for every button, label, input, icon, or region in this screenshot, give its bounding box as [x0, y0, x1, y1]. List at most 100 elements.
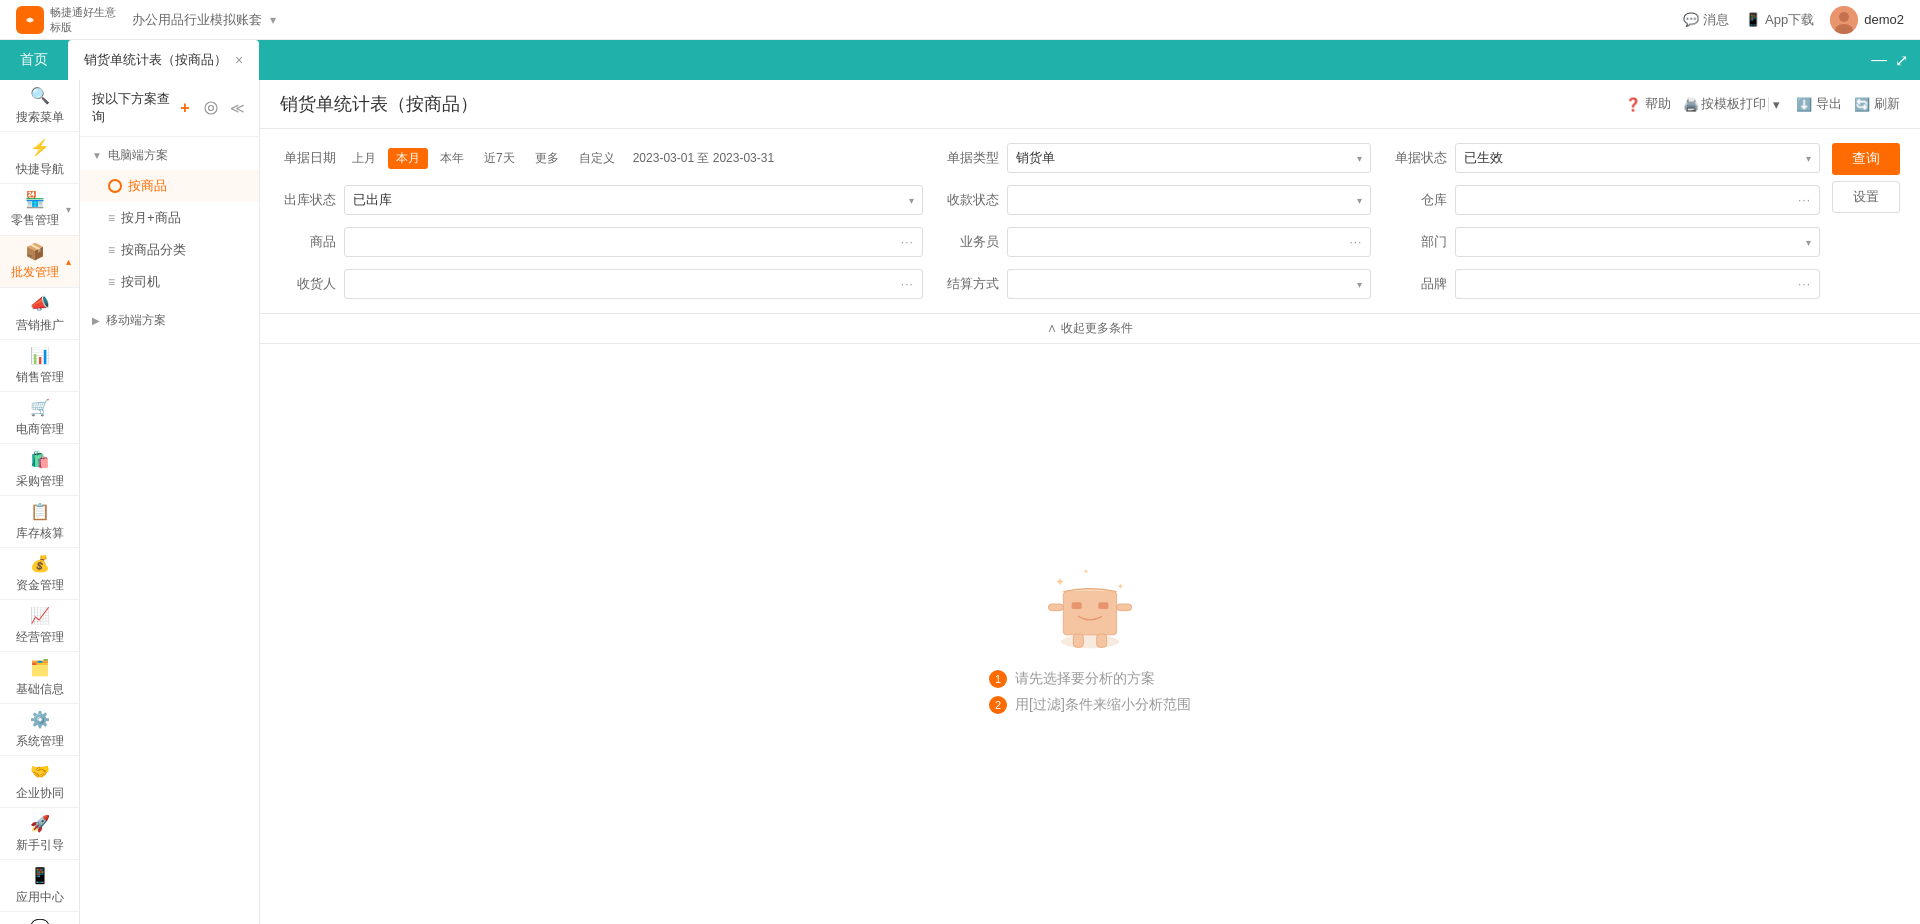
payment-status-select[interactable]: ▾: [1007, 185, 1372, 215]
date-tab-last-month[interactable]: 上月: [344, 148, 384, 169]
sidebar-item-basic-info[interactable]: 🗂️ 基础信息: [0, 652, 79, 704]
payment-method-select[interactable]: ▾: [1007, 269, 1372, 299]
sidebar-item-quick-nav[interactable]: ⚡ 快捷导航: [0, 132, 79, 184]
sidebar-item-operation[interactable]: 📈 经营管理: [0, 600, 79, 652]
date-tab-this-year[interactable]: 本年: [432, 148, 472, 169]
outstock-select[interactable]: 已出库 ▾: [344, 185, 923, 215]
collapse-label: ∧ 收起更多条件: [1047, 320, 1132, 337]
settings-button[interactable]: 设置: [1832, 181, 1900, 213]
empty-state: ✦ ✦ ✦ 1 请先选择要分析的方案 2 用[过滤]条件来缩小分析范围: [260, 344, 1920, 924]
avatar: [1830, 6, 1858, 34]
search-icon: 🔍: [30, 86, 50, 105]
wholesale-icon: 📦: [25, 242, 45, 261]
collapse-more-conditions-button[interactable]: ∧ 收起更多条件: [1047, 320, 1132, 337]
sidebar-item-retail[interactable]: 🏪 零售管理 ▾: [0, 184, 79, 236]
svg-point-2: [1839, 12, 1849, 22]
warehouse-select[interactable]: ···: [1455, 185, 1820, 215]
doc-type-value: 销货单: [1016, 149, 1055, 167]
user-area[interactable]: demo2: [1830, 6, 1904, 34]
sidebar-item-guide[interactable]: 🚀 新手引导: [0, 808, 79, 860]
goods-select[interactable]: ···: [344, 227, 923, 257]
doc-status-select[interactable]: 已生效 ▾: [1455, 143, 1820, 173]
brand-select[interactable]: ···: [1455, 269, 1820, 299]
tab-expand[interactable]: — ⤢: [1871, 51, 1908, 70]
scheme-item-by-goods[interactable]: 按商品: [80, 170, 259, 202]
date-tab-this-month[interactable]: 本月: [388, 148, 428, 169]
svg-rect-11: [1048, 604, 1063, 611]
print-dropdown-arrow-icon[interactable]: ▾: [1768, 97, 1784, 112]
edit-scheme-button[interactable]: [201, 98, 221, 118]
sidebar-item-finance[interactable]: 💰 资金管理: [0, 548, 79, 600]
scheme-item-by-month-goods[interactable]: ≡ 按月+商品: [80, 202, 259, 234]
tab-active[interactable]: 销货单统计表（按商品） ×: [68, 40, 259, 80]
svg-text:✦: ✦: [1055, 575, 1065, 588]
scheme-group-mobile-title[interactable]: ▶ 移动端方案: [80, 306, 259, 335]
scheme-group-mobile: ▶ 移动端方案: [80, 302, 259, 339]
svg-rect-14: [1097, 634, 1107, 647]
sidebar-item-purchase[interactable]: 🛍️ 采购管理: [0, 444, 79, 496]
staff-select[interactable]: ···: [1007, 227, 1372, 257]
dept-select[interactable]: ▾: [1455, 227, 1820, 257]
filter-payment-method: 结算方式 ▾: [943, 269, 1372, 299]
refresh-icon: 🔄: [1854, 97, 1870, 112]
collapse-bar[interactable]: ∧ 收起更多条件: [260, 314, 1920, 344]
page-header-actions: ❓ 帮助 🖨️ 按模板打印 ▾ ⬇️ 导出 🔄 刷新: [1625, 95, 1900, 125]
message-button[interactable]: 💬 消息: [1683, 11, 1729, 29]
nav-title: 办公用品行业模拟账套: [132, 11, 262, 29]
refresh-button[interactable]: 🔄 刷新: [1854, 95, 1900, 113]
sidebar-item-collaboration[interactable]: 🤝 企业协同: [0, 756, 79, 808]
phone-icon: 📱: [1745, 12, 1761, 27]
filter-receiver: 收货人 ···: [280, 269, 923, 299]
date-tab-custom[interactable]: 自定义: [571, 148, 623, 169]
filter-dept: 部门 ▾: [1391, 227, 1820, 257]
sidebar-item-system[interactable]: ⚙️ 系统管理: [0, 704, 79, 756]
sidebar-item-wechat[interactable]: 💬 企业微信: [0, 912, 79, 924]
brand-more-icon: ···: [1798, 277, 1811, 291]
payment-status-arrow-icon: ▾: [1357, 195, 1362, 206]
date-tab-7days[interactable]: 近7天: [476, 148, 523, 169]
sidebar-item-sales[interactable]: 📊 销售管理: [0, 340, 79, 392]
nav-chevron-icon[interactable]: ▾: [270, 13, 276, 27]
scheme-table-icon-3: ≡: [108, 275, 115, 289]
svg-text:✦: ✦: [1117, 581, 1124, 591]
doc-status-value: 已生效: [1464, 149, 1503, 167]
tab-home[interactable]: 首页: [0, 40, 68, 80]
scheme-item-by-category[interactable]: ≡ 按商品分类: [80, 234, 259, 266]
receiver-select[interactable]: ···: [344, 269, 923, 299]
left-panel-header: 按以下方案查询 + ≪: [80, 80, 259, 137]
sidebar-item-ecommerce[interactable]: 🛒 电商管理: [0, 392, 79, 444]
scheme-group-desktop-title[interactable]: ▼ 电脑端方案: [80, 141, 259, 170]
settings-icon: [204, 101, 218, 115]
date-tab-more[interactable]: 更多: [527, 148, 567, 169]
desktop-group-arrow-icon: ▼: [92, 150, 102, 161]
svg-point-6: [1061, 635, 1119, 648]
filter-row-3: 商品 ··· 业务员 ···: [280, 227, 1820, 257]
receiver-label: 收货人: [280, 275, 336, 293]
staff-label: 业务员: [943, 233, 999, 251]
help-button[interactable]: ❓ 帮助: [1625, 95, 1671, 113]
sidebar-item-app-center[interactable]: 📱 应用中心: [0, 860, 79, 912]
sidebar-item-marketing[interactable]: 📣 营销推广: [0, 288, 79, 340]
export-button[interactable]: ⬇️ 导出: [1796, 95, 1842, 113]
tip-num-1: 1: [989, 670, 1007, 688]
tab-close-icon[interactable]: ×: [235, 52, 243, 68]
scheme-item-by-driver[interactable]: ≡ 按司机: [80, 266, 259, 298]
app-download-button[interactable]: 📱 App下载: [1745, 11, 1814, 29]
type-label: 单据类型: [943, 149, 999, 167]
scheme-table-icon-1: ≡: [108, 211, 115, 225]
doc-type-select[interactable]: 销货单 ▾: [1007, 143, 1372, 173]
dept-arrow-icon: ▾: [1806, 237, 1811, 248]
quick-nav-icon: ⚡: [30, 138, 50, 157]
collapse-panel-button[interactable]: ≪: [227, 98, 247, 118]
svg-rect-12: [1117, 604, 1132, 611]
add-scheme-button[interactable]: +: [175, 98, 195, 118]
template-print-button[interactable]: 🖨️ 按模板打印 ▾: [1683, 95, 1784, 113]
query-button[interactable]: 查询: [1832, 143, 1900, 175]
content-area: 按以下方案查询 + ≪ ▼ 电脑端方案: [80, 80, 1920, 924]
sidebar-item-search[interactable]: 🔍 搜索菜单: [0, 80, 79, 132]
sidebar-item-inventory[interactable]: 📋 库存核算: [0, 496, 79, 548]
main-layout: 🔍 搜索菜单 ⚡ 快捷导航 🏪 零售管理 ▾ 📦 批发管理 ▴ 📣 营销推广: [0, 80, 1920, 924]
sidebar-item-wholesale[interactable]: 📦 批发管理 ▴: [0, 236, 79, 288]
mobile-group-arrow-icon: ▶: [92, 315, 100, 326]
date-tabs: 上月 本月 本年 近7天 更多 自定义: [344, 148, 623, 169]
